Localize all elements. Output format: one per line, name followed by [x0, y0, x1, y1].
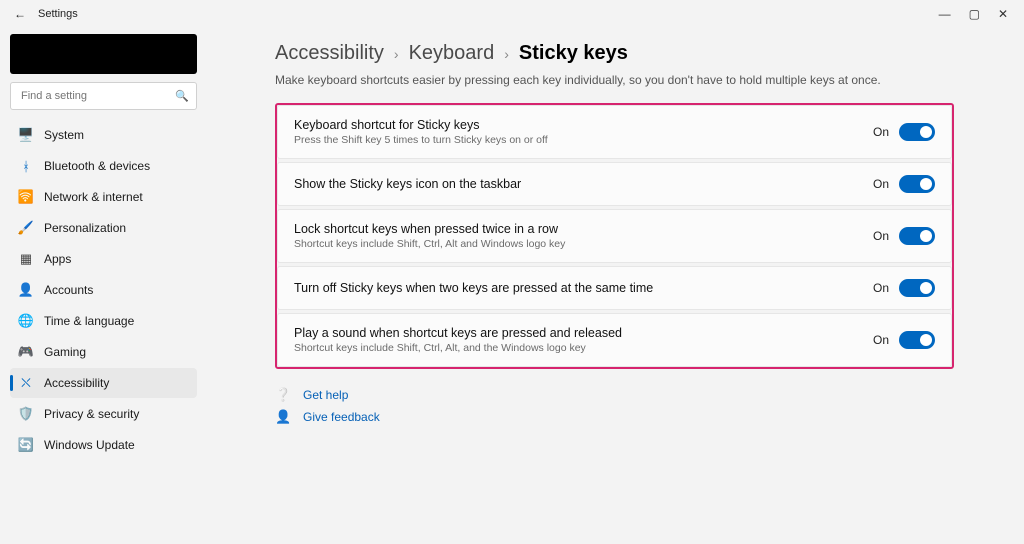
- main: Accessibility › Keyboard › Sticky keys M…: [205, 28, 1024, 544]
- toggle-switch[interactable]: [899, 123, 935, 141]
- close-button[interactable]: ✕: [998, 7, 1008, 21]
- feedback-icon: 👤: [275, 409, 291, 425]
- crumb-keyboard[interactable]: Keyboard: [409, 42, 495, 65]
- sidebar-item-accounts[interactable]: 👤 Accounts: [10, 275, 197, 305]
- toggle-switch[interactable]: [899, 279, 935, 297]
- sidebar-item-bluetooth-devices[interactable]: ᚼ Bluetooth & devices: [10, 151, 197, 181]
- sidebar-item-system[interactable]: 🖥️ System: [10, 120, 197, 150]
- nav-label: Apps: [44, 252, 71, 266]
- nav-label: Bluetooth & devices: [44, 159, 150, 173]
- sidebar-item-windows-update[interactable]: 🔄 Windows Update: [10, 430, 197, 460]
- toggle-switch[interactable]: [899, 175, 935, 193]
- toggle-state: On: [873, 229, 889, 243]
- sidebar-item-network-internet[interactable]: 🛜 Network & internet: [10, 182, 197, 212]
- nav-icon: 🌐: [18, 313, 34, 329]
- nav-icon: 🔄: [18, 437, 34, 453]
- nav-label: Accounts: [44, 283, 93, 297]
- toggle-state: On: [873, 333, 889, 347]
- nav-icon: 🛡️: [18, 406, 34, 422]
- sidebar-item-accessibility[interactable]: ⛌ Accessibility: [10, 368, 197, 398]
- setting-title: Turn off Sticky keys when two keys are p…: [294, 281, 653, 295]
- nav-icon: 🖥️: [18, 127, 34, 143]
- chevron-right-icon: ›: [394, 46, 399, 62]
- setting-row: Lock shortcut keys when pressed twice in…: [277, 209, 952, 263]
- setting-row: Show the Sticky keys icon on the taskbar…: [277, 162, 952, 206]
- give-feedback-label: Give feedback: [303, 410, 380, 424]
- setting-row: Keyboard shortcut for Sticky keys Press t…: [277, 105, 952, 159]
- app-title: Settings: [38, 8, 78, 20]
- sidebar-item-gaming[interactable]: 🎮 Gaming: [10, 337, 197, 367]
- setting-desc: Shortcut keys include Shift, Ctrl, Alt, …: [294, 342, 622, 354]
- setting-title: Play a sound when shortcut keys are pres…: [294, 326, 622, 340]
- search-wrap: 🔍: [10, 82, 197, 110]
- get-help-label: Get help: [303, 388, 348, 402]
- setting-row: Turn off Sticky keys when two keys are p…: [277, 266, 952, 310]
- nav-icon: ⛌: [18, 375, 34, 391]
- nav-label: Windows Update: [44, 438, 135, 452]
- breadcrumb: Accessibility › Keyboard › Sticky keys: [275, 42, 954, 65]
- toggle-switch[interactable]: [899, 331, 935, 349]
- nav-icon: 🎮: [18, 344, 34, 360]
- sidebar-item-personalization[interactable]: 🖌️ Personalization: [10, 213, 197, 243]
- toggle-state: On: [873, 281, 889, 295]
- chevron-right-icon: ›: [504, 46, 509, 62]
- crumb-accessibility[interactable]: Accessibility: [275, 42, 384, 65]
- give-feedback-link[interactable]: 👤 Give feedback: [275, 409, 954, 425]
- setting-title: Show the Sticky keys icon on the taskbar: [294, 177, 521, 191]
- sidebar-item-privacy-security[interactable]: 🛡️ Privacy & security: [10, 399, 197, 429]
- setting-row: Play a sound when shortcut keys are pres…: [277, 313, 952, 367]
- window-controls: — ▢ ✕: [939, 7, 1018, 21]
- page-title: Sticky keys: [519, 42, 628, 65]
- nav-icon: 🛜: [18, 189, 34, 205]
- toggle-switch[interactable]: [899, 227, 935, 245]
- search-input[interactable]: [10, 82, 197, 110]
- toggle-state: On: [873, 177, 889, 191]
- setting-title: Lock shortcut keys when pressed twice in…: [294, 222, 565, 236]
- sidebar: 🔍 🖥️ System ᚼ Bluetooth & devices 🛜 Network &…: [0, 28, 205, 544]
- setting-desc: Press the Shift key 5 times to turn Stic…: [294, 134, 548, 146]
- sidebar-item-apps[interactable]: ▦ Apps: [10, 244, 197, 274]
- nav-label: Personalization: [44, 221, 126, 235]
- nav-icon: ▦: [18, 251, 34, 267]
- nav-label: System: [44, 128, 84, 142]
- maximize-button[interactable]: ▢: [969, 7, 980, 21]
- search-icon: 🔍: [175, 90, 189, 103]
- account-box[interactable]: [10, 34, 197, 74]
- nav-icon: 🖌️: [18, 220, 34, 236]
- setting-desc: Shortcut keys include Shift, Ctrl, Alt a…: [294, 238, 565, 250]
- nav-icon: ᚼ: [18, 158, 34, 174]
- toggle-state: On: [873, 125, 889, 139]
- minimize-button[interactable]: —: [939, 7, 951, 21]
- get-help-link[interactable]: ❔ Get help: [275, 387, 954, 403]
- help-icon: ❔: [275, 387, 291, 403]
- nav: 🖥️ System ᚼ Bluetooth & devices 🛜 Network & i…: [10, 120, 197, 460]
- nav-label: Gaming: [44, 345, 86, 359]
- nav-label: Privacy & security: [44, 407, 139, 421]
- nav-label: Time & language: [44, 314, 134, 328]
- nav-label: Accessibility: [44, 376, 109, 390]
- setting-title: Keyboard shortcut for Sticky keys: [294, 118, 548, 132]
- nav-label: Network & internet: [44, 190, 143, 204]
- page-subtitle: Make keyboard shortcuts easier by pressi…: [275, 73, 954, 87]
- back-button[interactable]: ←: [14, 7, 26, 21]
- footer-links: ❔ Get help 👤 Give feedback: [275, 387, 954, 425]
- nav-icon: 👤: [18, 282, 34, 298]
- titlebar: ← Settings — ▢ ✕: [0, 0, 1024, 28]
- settings-group: Keyboard shortcut for Sticky keys Press t…: [275, 103, 954, 369]
- sidebar-item-time-language[interactable]: 🌐 Time & language: [10, 306, 197, 336]
